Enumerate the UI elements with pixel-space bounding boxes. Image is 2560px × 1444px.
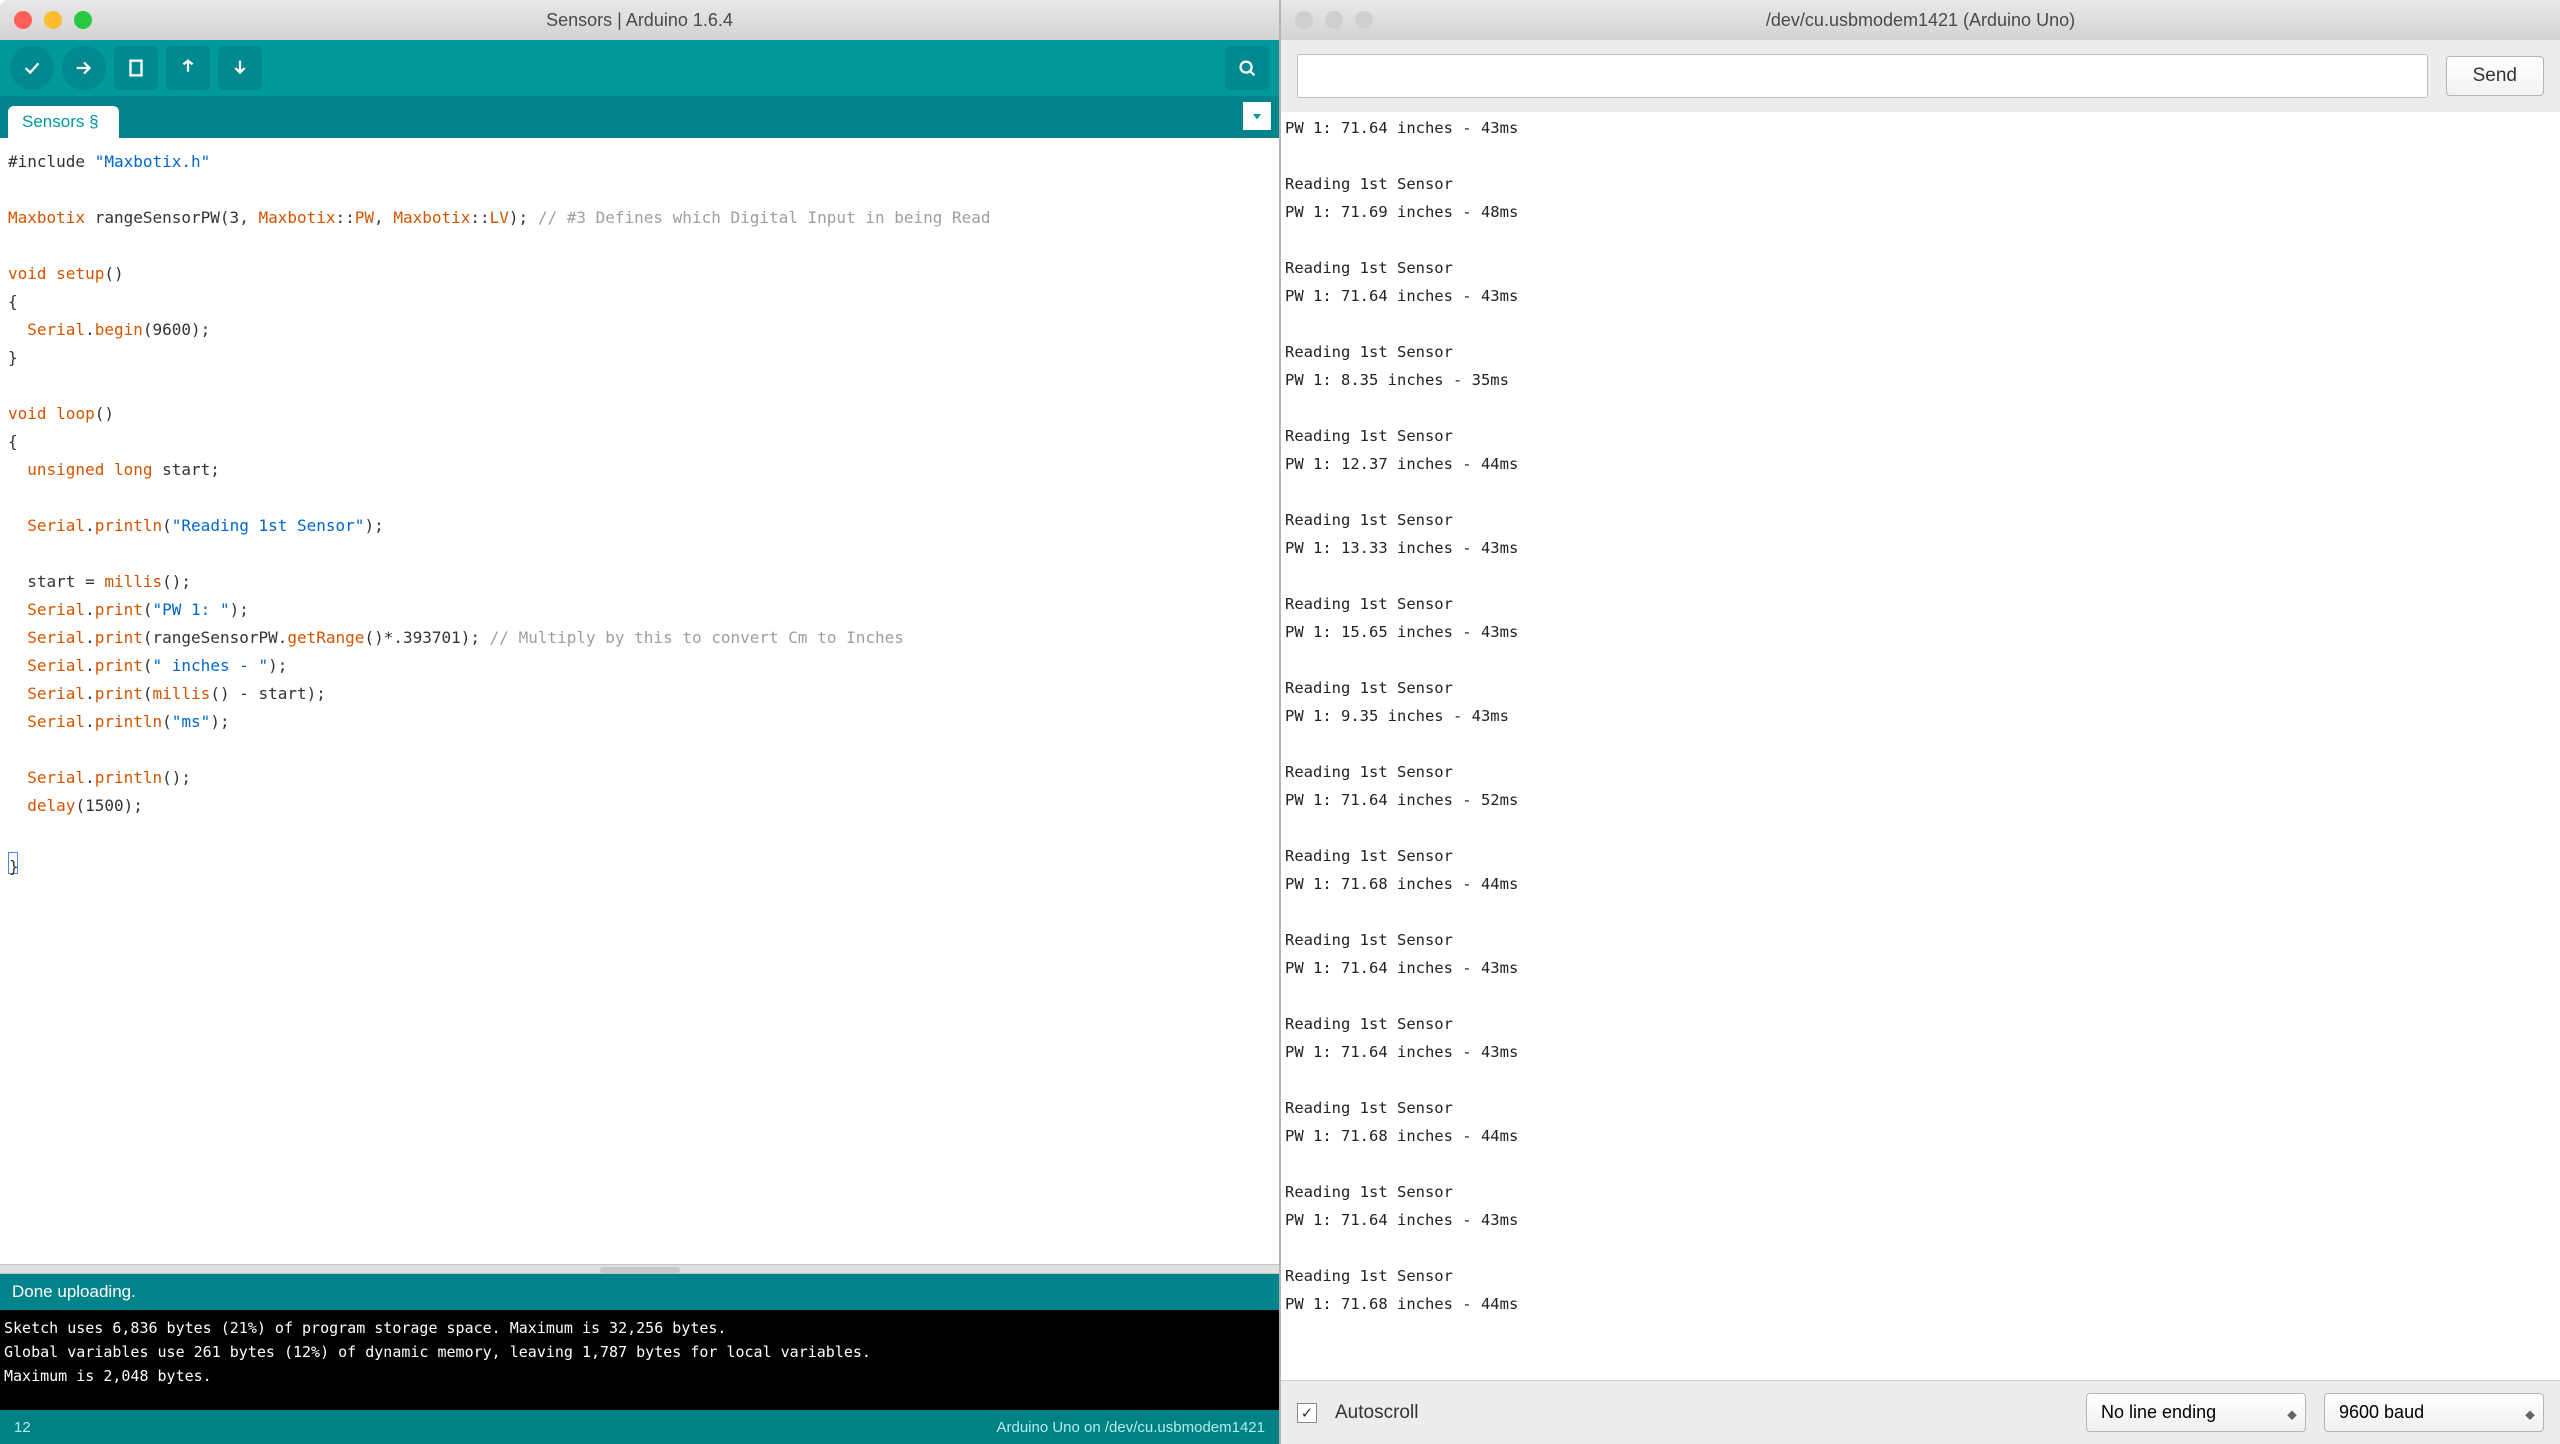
monitor-titlebar[interactable]: /dev/cu.usbmodem1421 (Arduino Uno) [1281,0,2560,40]
open-sketch-button[interactable] [166,46,210,90]
verify-button[interactable] [10,46,54,90]
ide-window-title: Sensors | Arduino 1.6.4 [0,10,1279,31]
tab-bar: Sensors § [0,96,1279,138]
line-ending-select[interactable]: No line ending [2086,1393,2306,1432]
tab-sensors[interactable]: Sensors § [8,106,119,138]
ide-titlebar[interactable]: Sensors | Arduino 1.6.4 [0,0,1279,40]
serial-monitor-window: /dev/cu.usbmodem1421 (Arduino Uno) Send … [1281,0,2560,1444]
ide-toolbar [0,40,1279,96]
new-sketch-button[interactable] [114,46,158,90]
autoscroll-label: Autoscroll [1335,1402,1418,1424]
footer-board-port: Arduino Uno on /dev/cu.usbmodem1421 [996,1419,1265,1436]
console-output[interactable]: Sketch uses 6,836 bytes (21%) of program… [0,1310,1279,1410]
autoscroll-checkbox[interactable]: ✓ [1297,1403,1317,1423]
send-row: Send [1281,40,2560,112]
monitor-window-title: /dev/cu.usbmodem1421 (Arduino Uno) [1281,10,2560,31]
status-bar: Done uploading. [0,1274,1279,1310]
baud-rate-select[interactable]: 9600 baud [2324,1393,2544,1432]
save-sketch-button[interactable] [218,46,262,90]
arduino-ide-window: Sensors | Arduino 1.6.4 Sensors § #inclu… [0,0,1281,1444]
editor-console-splitter[interactable] [0,1264,1279,1274]
send-button[interactable]: Send [2446,56,2544,96]
serial-send-input[interactable] [1297,54,2428,98]
serial-monitor-button[interactable] [1225,46,1269,90]
footer-line-number: 12 [14,1419,31,1436]
footer-bar: 12 Arduino Uno on /dev/cu.usbmodem1421 [0,1410,1279,1444]
monitor-bottom-bar: ✓ Autoscroll No line ending 9600 baud [1281,1380,2560,1444]
tab-menu-button[interactable] [1243,102,1271,130]
code-editor[interactable]: #include "Maxbotix.h" Maxbotix rangeSens… [0,138,1279,1264]
serial-output[interactable]: PW 1: 71.64 inches - 43ms Reading 1st Se… [1281,112,2560,1380]
upload-button[interactable] [62,46,106,90]
